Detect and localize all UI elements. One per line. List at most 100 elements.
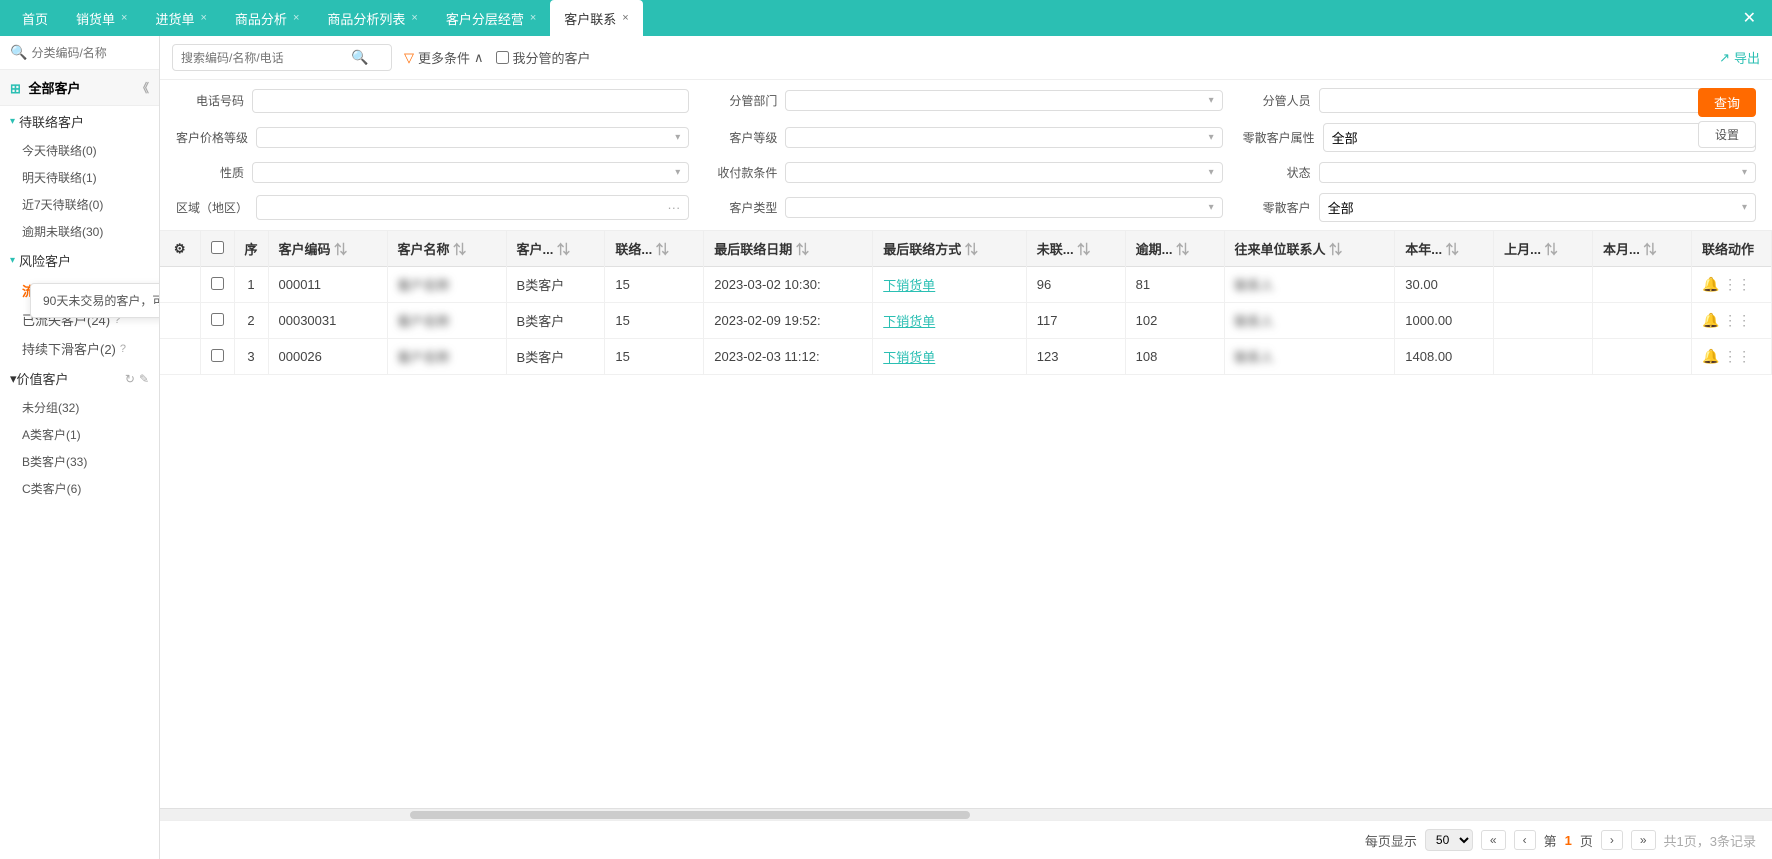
horizontal-scrollbar[interactable] [160,808,1772,820]
tab-close-sales-order[interactable]: × [121,12,127,24]
th-checkbox[interactable] [200,231,234,267]
td-checkbox-1[interactable] [200,267,234,303]
tab-home[interactable]: 首页 [8,9,62,28]
edit-icon[interactable]: ✎ [139,372,149,386]
scrollbar-thumb[interactable] [410,811,970,819]
sort-icon6[interactable]: ⇅ [965,242,978,257]
sidebar-item-a-class[interactable]: A类客户(1) [0,421,159,448]
more-conditions-button[interactable]: ▽ 更多条件 ∧ [404,48,484,67]
th-last-contact-date[interactable]: 最后联络日期 ⇅ [704,231,873,267]
zero-customer-select[interactable]: 全部 ▾ [1319,193,1756,222]
my-customers-checkbox-area[interactable]: 我分管的客户 [496,48,591,67]
sidebar-all-customers[interactable]: ⊞ 全部客户 《 [0,70,159,106]
last-page-button[interactable]: » [1631,830,1656,850]
tab-close-purchase-order[interactable]: × [200,12,206,24]
td-last-method-1[interactable]: 下销货单 [873,267,1027,303]
region-select[interactable]: ··· [256,195,689,220]
grid-icon-3[interactable]: ⋮⋮ [1723,348,1751,364]
th-customer-type-col[interactable]: 客户... ⇅ [506,231,605,267]
search-submit-icon[interactable]: 🔍 [351,49,368,66]
tab-close-customer-segmentation[interactable]: × [530,12,536,24]
sidebar-search-input[interactable] [31,46,160,60]
region-dots-icon[interactable]: ··· [667,200,680,215]
tab-close-customer-contact[interactable]: × [622,12,628,24]
th-contact-count[interactable]: 联络... ⇅ [605,231,704,267]
sort-icon7[interactable]: ⇅ [1077,242,1090,257]
sidebar-item-ungrouped[interactable]: 未分组(32) [0,394,159,421]
sidebar-item-declining[interactable]: 持续下滑客户(2) ? [0,334,159,363]
sidebar-item-7days-contact[interactable]: 近7天待联络(0) [0,191,159,218]
sort-icon3[interactable]: ⇅ [557,242,570,257]
th-customer-code[interactable]: 客户编码 ⇅ [268,231,387,267]
sort-icon2[interactable]: ⇅ [453,242,466,257]
tab-purchase-order[interactable]: 进货单 × [141,0,220,36]
payment-select[interactable]: ▾ [785,162,1222,183]
status-select[interactable]: ▾ [1319,162,1756,183]
th-last-month[interactable]: 上月... ⇅ [1494,231,1593,267]
column-settings-icon[interactable]: ⚙ [174,241,186,256]
row-checkbox-2[interactable] [211,313,224,326]
tab-sales-order[interactable]: 销货单 × [62,0,141,36]
th-this-year[interactable]: 本年... ⇅ [1395,231,1494,267]
grid-icon-1[interactable]: ⋮⋮ [1723,276,1751,292]
last-method-link-1[interactable]: 下销货单 [883,278,935,293]
th-this-month[interactable]: 本月... ⇅ [1593,231,1692,267]
th-customer-name[interactable]: 客户名称 ⇅ [387,231,506,267]
tab-customer-segmentation[interactable]: 客户分层经营 × [432,0,550,36]
sidebar-item-today-contact[interactable]: 今天待联络(0) [0,137,159,164]
sidebar-section-lost[interactable]: ▾ 风险客户 [0,245,159,276]
tab-close-product-analysis-list[interactable]: × [411,12,417,24]
customer-level-select[interactable]: ▾ [785,127,1222,148]
sort-icon[interactable]: ⇅ [334,242,347,257]
gender-select[interactable]: ▾ [252,162,689,183]
first-page-button[interactable]: « [1481,830,1506,850]
zero-attr-select[interactable]: 全部 ▾ [1323,123,1756,152]
sort-icon5[interactable]: ⇅ [796,242,809,257]
td-checkbox-2[interactable] [200,303,234,339]
manager-select[interactable]: ··· [1319,88,1756,113]
my-customers-checkbox[interactable] [496,51,509,64]
tab-customer-contact[interactable]: 客户联系 × [550,0,642,36]
sort-icon4[interactable]: ⇅ [656,242,669,257]
th-uncontacted[interactable]: 未联... ⇅ [1026,231,1125,267]
query-button[interactable]: 查询 [1698,88,1756,117]
th-unit-contact[interactable]: 往来单位联系人 ⇅ [1224,231,1395,267]
price-level-select[interactable]: ▾ [256,127,689,148]
sidebar-item-overdue-contact[interactable]: 逾期未联络(30) [0,218,159,245]
tab-product-analysis-list[interactable]: 商品分析列表 × [313,0,431,36]
search-input[interactable] [181,51,351,65]
tab-product-analysis[interactable]: 商品分析 × [221,0,313,36]
last-method-link-3[interactable]: 下销货单 [883,350,935,365]
export-button[interactable]: ↗ 导出 [1719,48,1760,67]
last-method-link-2[interactable]: 下销货单 [883,314,935,329]
sidebar-item-b-class[interactable]: B类客户(33) [0,448,159,475]
sidebar-item-c-class[interactable]: C类客户(6) [0,475,159,502]
phone-input[interactable] [252,89,689,113]
next-page-button[interactable]: › [1601,830,1623,850]
sort-icon12[interactable]: ⇅ [1644,242,1657,257]
customer-type-select[interactable]: ▾ [785,197,1222,218]
settings-button[interactable]: 设置 [1698,121,1756,148]
sidebar-item-tomorrow-contact[interactable]: 明天待联络(1) [0,164,159,191]
prev-page-button[interactable]: ‹ [1514,830,1536,850]
sort-icon9[interactable]: ⇅ [1329,242,1342,257]
refresh-icon[interactable]: ↻ [125,372,135,386]
td-checkbox-3[interactable] [200,339,234,375]
bell-icon-3[interactable]: 🔔 [1702,348,1719,364]
grid-icon-2[interactable]: ⋮⋮ [1723,312,1751,328]
th-settings[interactable]: ⚙ [160,231,200,267]
per-page-select[interactable]: 50 [1425,829,1473,851]
sort-icon8[interactable]: ⇅ [1176,242,1189,257]
th-overdue[interactable]: 逾期... ⇅ [1125,231,1224,267]
row-checkbox-1[interactable] [211,277,224,290]
row-checkbox-3[interactable] [211,349,224,362]
bell-icon-2[interactable]: 🔔 [1702,312,1719,328]
td-last-method-3[interactable]: 下销货单 [873,339,1027,375]
th-last-contact-method[interactable]: 最后联络方式 ⇅ [873,231,1027,267]
sidebar-section-pending[interactable]: ▾ 待联络客户 [0,106,159,137]
sort-icon10[interactable]: ⇅ [1446,242,1459,257]
tab-close-product-analysis[interactable]: × [293,12,299,24]
td-last-method-2[interactable]: 下销货单 [873,303,1027,339]
sort-icon11[interactable]: ⇅ [1545,242,1558,257]
select-all-checkbox[interactable] [211,241,224,254]
